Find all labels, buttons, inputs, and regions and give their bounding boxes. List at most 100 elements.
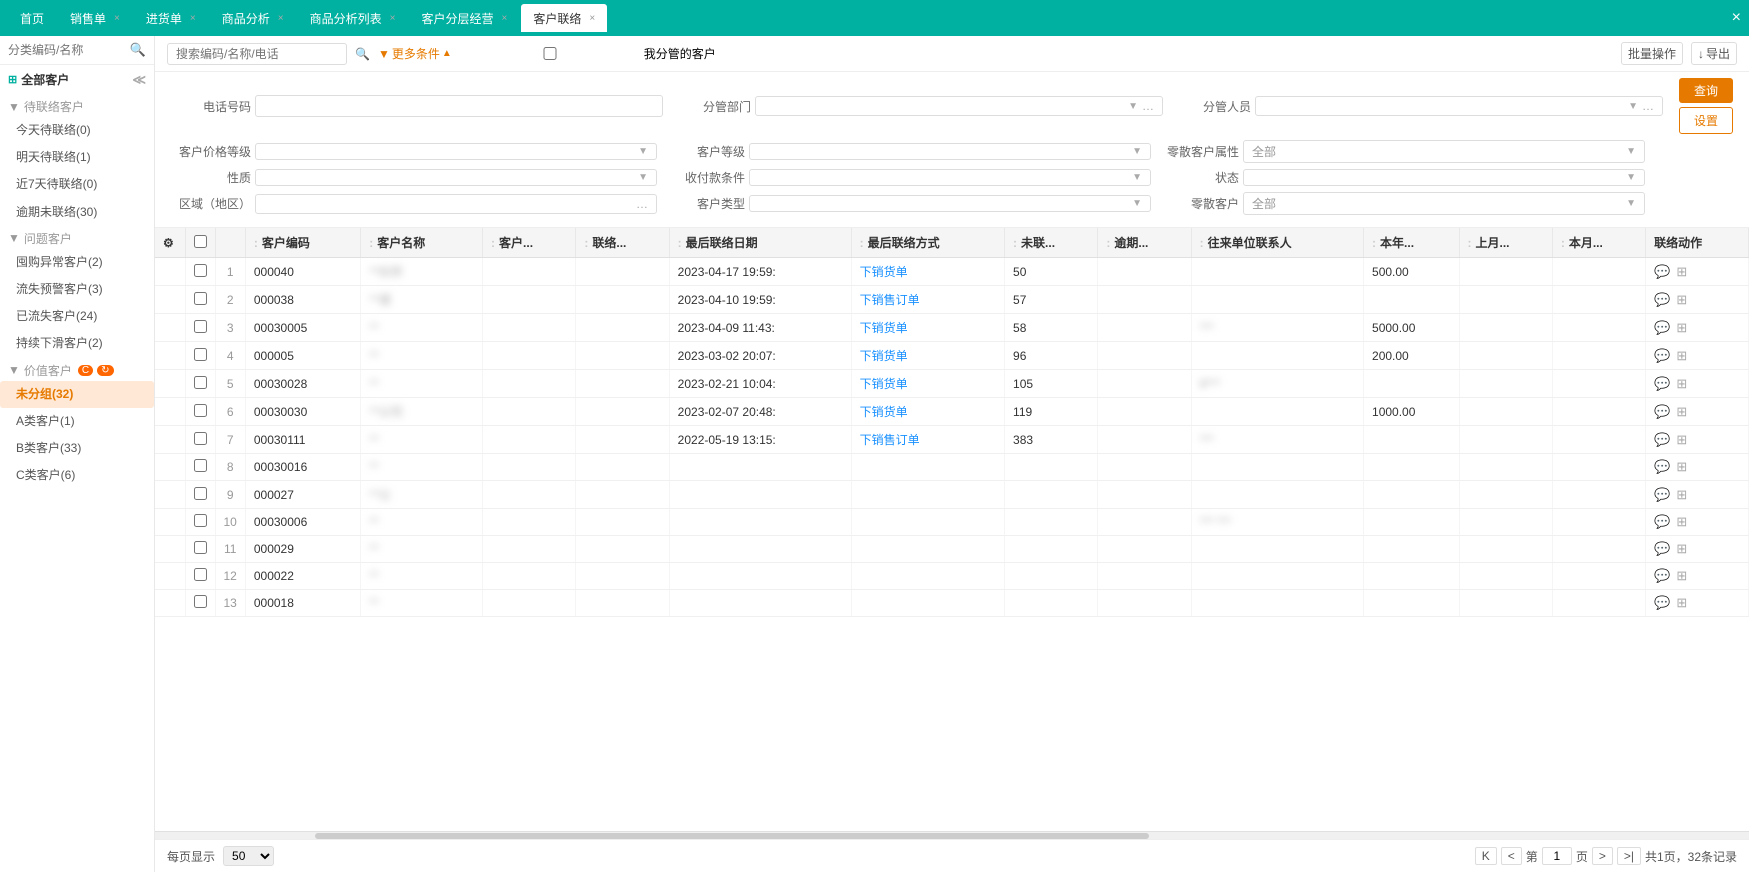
cell-last-contact-method[interactable] <box>851 509 1004 536</box>
row-checkbox[interactable] <box>194 595 207 608</box>
cell-checkbox[interactable] <box>185 536 215 563</box>
select-all-checkbox[interactable] <box>194 235 207 248</box>
col-customer-type[interactable]: :客户... <box>483 228 576 258</box>
query-btn[interactable]: 查询 <box>1679 78 1733 103</box>
row-checkbox[interactable] <box>194 320 207 333</box>
contact-method-link[interactable]: 下销货单 <box>860 377 908 391</box>
sidebar-item-overdue[interactable]: 逾期未联络(30) <box>0 199 154 226</box>
grid-action-icon[interactable]: ⊞ <box>1676 568 1687 584</box>
my-customers-checkbox[interactable]: 我分管的客户 <box>460 45 716 62</box>
window-close-icon[interactable]: × <box>1732 9 1741 27</box>
cell-checkbox[interactable] <box>185 454 215 481</box>
contact-method-link[interactable]: 下销货单 <box>860 349 908 363</box>
sidebar-search-input[interactable] <box>8 43 126 57</box>
col-last-contact-method[interactable]: :最后联络方式 <box>851 228 1004 258</box>
cell-checkbox[interactable] <box>185 563 215 590</box>
grid-action-icon[interactable]: ⊞ <box>1676 432 1687 448</box>
scatter-attr-select[interactable]: 全部 ▼ <box>1243 140 1645 163</box>
col-uncontacted[interactable]: :未联... <box>1005 228 1098 258</box>
contact-method-link[interactable]: 下销售订单 <box>860 293 920 307</box>
sidebar-item-class-c[interactable]: C类客户(6) <box>0 462 154 489</box>
contact-method-link[interactable]: 下销货单 <box>860 405 908 419</box>
tab-product-analysis-close[interactable]: × <box>278 13 284 24</box>
dept-ellipsis[interactable]: … <box>1142 99 1154 113</box>
region-select[interactable]: … <box>255 194 657 214</box>
message-icon[interactable]: 💬 <box>1654 541 1670 557</box>
cell-last-contact-method[interactable] <box>851 454 1004 481</box>
page-size-select[interactable]: 50 20 100 <box>223 846 274 866</box>
contact-method-link[interactable]: 下销货单 <box>860 321 908 335</box>
phone-input[interactable] <box>255 95 663 117</box>
grid-action-icon[interactable]: ⊞ <box>1676 292 1687 308</box>
reset-btn[interactable]: 设置 <box>1679 107 1733 134</box>
nature-select[interactable]: ▼ <box>255 169 657 186</box>
cell-last-contact-method[interactable]: 下销售订单 <box>851 426 1004 454</box>
horizontal-scrollbar[interactable] <box>155 831 1749 839</box>
search-input[interactable] <box>167 43 347 65</box>
sidebar-item-ungraded[interactable]: 未分组(32) <box>0 381 154 408</box>
batch-op-btn[interactable]: 批量操作 <box>1621 42 1683 65</box>
search-icon[interactable]: 🔍 <box>355 47 370 61</box>
tab-product-analysis[interactable]: 商品分析 × <box>210 4 296 32</box>
message-icon[interactable]: 💬 <box>1654 487 1670 503</box>
manager-ellipsis[interactable]: … <box>1642 99 1654 113</box>
message-icon[interactable]: 💬 <box>1654 320 1670 336</box>
col-this-month[interactable]: :本月... <box>1552 228 1645 258</box>
status-select[interactable]: ▼ <box>1243 169 1645 186</box>
customer-level-select[interactable]: ▼ <box>749 143 1151 160</box>
first-page-btn[interactable]: K <box>1475 847 1497 865</box>
grid-action-icon[interactable]: ⊞ <box>1676 459 1687 475</box>
cell-checkbox[interactable] <box>185 481 215 509</box>
col-name[interactable]: :客户名称 <box>361 228 483 258</box>
grid-action-icon[interactable]: ⊞ <box>1676 376 1687 392</box>
tab-product-list-close[interactable]: × <box>390 13 396 24</box>
my-customers-check-input[interactable] <box>460 47 640 60</box>
settings-icon[interactable]: ⚙ <box>163 236 174 250</box>
cell-last-contact-method[interactable]: 下销售订单 <box>851 286 1004 314</box>
cell-checkbox[interactable] <box>185 342 215 370</box>
message-icon[interactable]: 💬 <box>1654 595 1670 611</box>
tab-purchase[interactable]: 进货单 × <box>134 4 208 32</box>
next-page-btn[interactable]: > <box>1592 847 1613 865</box>
col-last-month[interactable]: :上月... <box>1459 228 1552 258</box>
col-contact[interactable]: :联络... <box>576 228 669 258</box>
cell-checkbox[interactable] <box>185 426 215 454</box>
cell-checkbox[interactable] <box>185 590 215 617</box>
cell-last-contact-method[interactable]: 下销货单 <box>851 398 1004 426</box>
message-icon[interactable]: 💬 <box>1654 568 1670 584</box>
grid-action-icon[interactable]: ⊞ <box>1676 264 1687 280</box>
refresh-icon[interactable]: ↻ <box>97 365 113 376</box>
more-conditions-btn[interactable]: ▼ 更多条件 ▲ <box>378 45 452 62</box>
col-last-contact-date[interactable]: :最后联络日期 <box>669 228 851 258</box>
row-checkbox[interactable] <box>194 348 207 361</box>
customer-type-select[interactable]: ▼ <box>749 195 1151 212</box>
sidebar-collapse-icon[interactable]: ≪ <box>132 72 146 88</box>
grid-action-icon[interactable]: ⊞ <box>1676 595 1687 611</box>
col-code[interactable]: :客户编码 <box>245 228 360 258</box>
row-checkbox[interactable] <box>194 541 207 554</box>
dept-select[interactable]: ▼ … <box>755 96 1163 116</box>
col-this-year[interactable]: :本年... <box>1364 228 1459 258</box>
cell-last-contact-method[interactable]: 下销货单 <box>851 370 1004 398</box>
col-settings[interactable]: ⚙ <box>155 228 185 258</box>
sidebar-item-tomorrow-pending[interactable]: 明天待联络(1) <box>0 144 154 171</box>
message-icon[interactable]: 💬 <box>1654 348 1670 364</box>
col-overdue[interactable]: :逾期... <box>1098 228 1191 258</box>
row-checkbox[interactable] <box>194 404 207 417</box>
tab-purchase-close[interactable]: × <box>190 13 196 24</box>
cell-last-contact-method[interactable] <box>851 536 1004 563</box>
message-icon[interactable]: 💬 <box>1654 459 1670 475</box>
message-icon[interactable]: 💬 <box>1654 292 1670 308</box>
cell-last-contact-method[interactable]: 下销货单 <box>851 314 1004 342</box>
prev-page-btn[interactable]: < <box>1501 847 1522 865</box>
cell-checkbox[interactable] <box>185 286 215 314</box>
sidebar-item-today-pending[interactable]: 今天待联络(0) <box>0 117 154 144</box>
cell-last-contact-method[interactable]: 下销货单 <box>851 258 1004 286</box>
contact-method-link[interactable]: 下销货单 <box>860 265 908 279</box>
row-checkbox[interactable] <box>194 292 207 305</box>
tab-customer-contact-close[interactable]: × <box>589 13 595 24</box>
row-checkbox[interactable] <box>194 432 207 445</box>
message-icon[interactable]: 💬 <box>1654 376 1670 392</box>
tab-customer-layer-close[interactable]: × <box>501 13 507 24</box>
grid-action-icon[interactable]: ⊞ <box>1676 487 1687 503</box>
